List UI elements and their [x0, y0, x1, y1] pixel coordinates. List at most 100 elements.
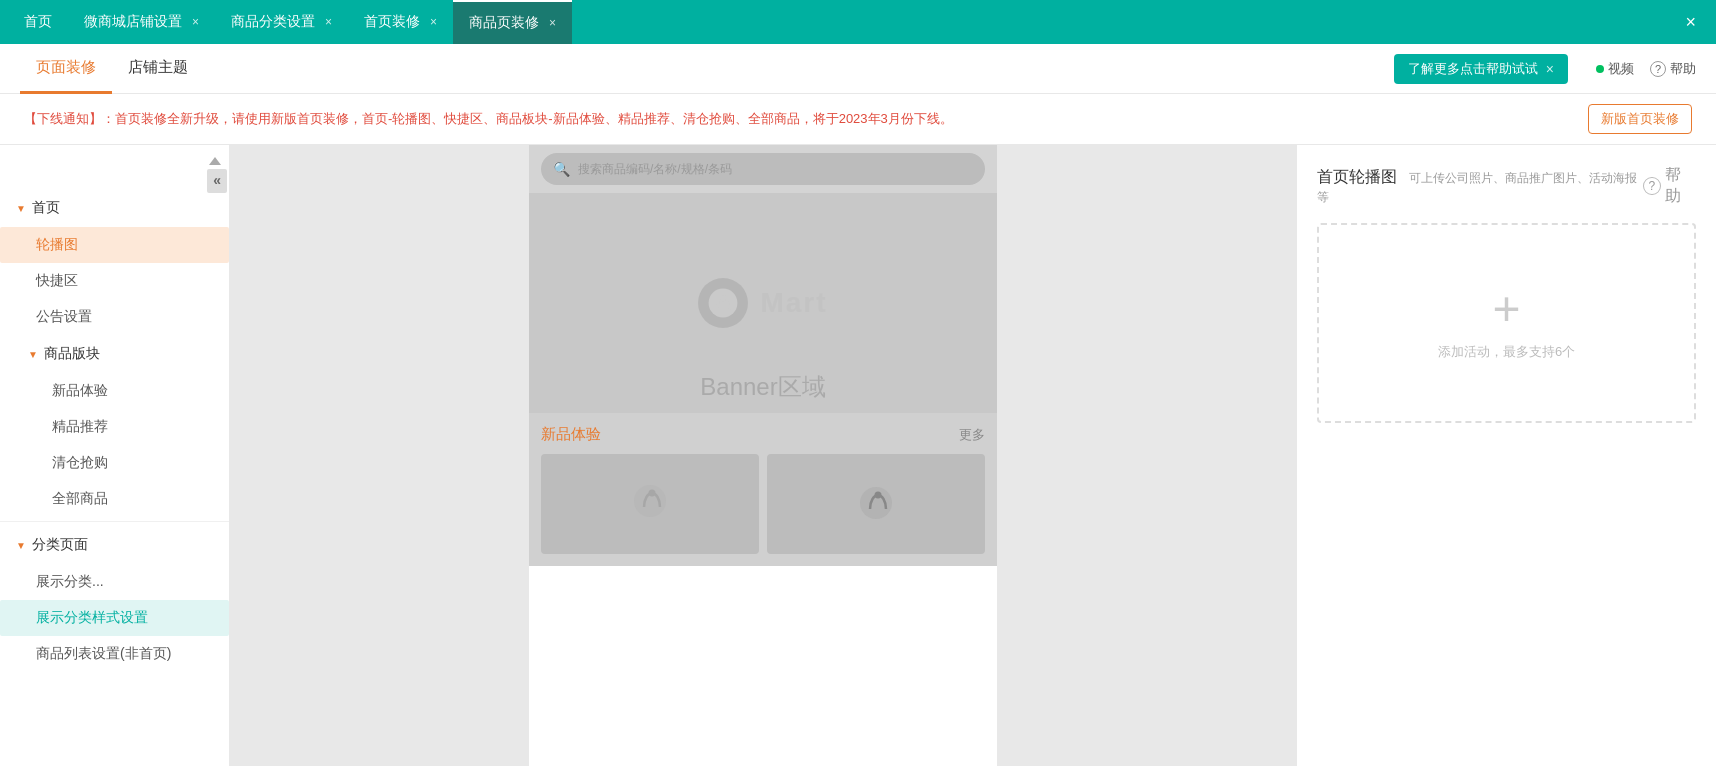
sidebar-home-label: 首页 [32, 199, 60, 217]
sidebar-show-categories-label: 展示分类... [36, 573, 104, 589]
sidebar-item-shortcuts[interactable]: 快捷区 [0, 263, 229, 299]
sub-tab-page-decoration-label: 页面装修 [36, 58, 96, 77]
sidebar-item-show-categories[interactable]: 展示分类... [0, 564, 229, 600]
product-section-title: 新品体验 [541, 425, 601, 444]
sidebar-item-new-experience[interactable]: 新品体验 [0, 373, 229, 409]
sidebar-product-block-label: 商品版块 [44, 345, 100, 363]
sidebar-item-clearance[interactable]: 清仓抢购 [0, 445, 229, 481]
right-actions: 视频 ? 帮助 [1596, 60, 1696, 78]
svg-point-3 [649, 489, 656, 496]
tab-product-decoration-close[interactable]: × [549, 16, 556, 30]
right-panel-header: 首页轮播图 可上传公司照片、商品推广图片、活动海报等 ? 帮助 [1317, 165, 1696, 207]
sidebar-category-style-label: 展示分类样式设置 [36, 609, 148, 625]
dot-green-icon [1596, 65, 1604, 73]
tab-product-decoration-label: 商品页装修 [469, 14, 539, 32]
right-panel-title-group: 首页轮播图 可上传公司照片、商品推广图片、活动海报等 [1317, 167, 1643, 206]
tab-home-decoration[interactable]: 首页装修 × [348, 0, 453, 44]
window-close-button[interactable]: × [1673, 12, 1708, 33]
new-version-button[interactable]: 新版首页装修 [1588, 104, 1692, 134]
phone-search-input[interactable]: 🔍 搜索商品编码/名称/规格/条码 [541, 153, 985, 185]
sidebar: « ▼ 首页 轮播图 快捷区 公告设置 ▼ 商品版块 新品体验 精品推荐 清仓抢… [0, 145, 230, 766]
sidebar-clearance-label: 清仓抢购 [52, 454, 108, 470]
plus-icon: + [1492, 285, 1520, 333]
tab-home-decoration-close[interactable]: × [430, 15, 437, 29]
video-label: 视频 [1608, 60, 1634, 78]
product-icon-2 [856, 483, 896, 526]
right-panel-title: 首页轮播图 [1317, 168, 1397, 185]
help-banner[interactable]: 了解更多点击帮助试试 × [1394, 54, 1568, 84]
sidebar-product-list-settings-label: 商品列表设置(非首页) [36, 645, 171, 661]
question-circle-icon: ? [1643, 177, 1661, 195]
help-banner-text: 了解更多点击帮助试试 [1408, 60, 1538, 78]
sidebar-subsection-product-block[interactable]: ▼ 商品版块 [0, 335, 229, 373]
product-grid [541, 454, 985, 554]
sidebar-item-carousel[interactable]: 轮播图 [0, 227, 229, 263]
svg-point-0 [709, 289, 738, 318]
product-section-header: 新品体验 更多 [541, 425, 985, 444]
sidebar-announcement-label: 公告设置 [36, 308, 92, 324]
tab-store-settings-label: 微商城店铺设置 [84, 13, 182, 31]
sidebar-all-products-label: 全部商品 [52, 490, 108, 506]
sidebar-shortcuts-label: 快捷区 [36, 272, 78, 288]
svg-point-4 [860, 487, 892, 519]
banner-area[interactable]: Mart Banner区域 [529, 193, 997, 413]
right-panel: 首页轮播图 可上传公司照片、商品推广图片、活动海报等 ? 帮助 + 添加活动，最… [1296, 145, 1716, 766]
product-section: 新品体验 更多 [529, 413, 997, 566]
sub-tab-page-decoration[interactable]: 页面装修 [20, 44, 112, 94]
sidebar-item-featured[interactable]: 精品推荐 [0, 409, 229, 445]
sidebar-scroll-up[interactable] [205, 153, 225, 169]
product-icon-1 [630, 481, 670, 528]
sidebar-collapse-button[interactable]: « [207, 169, 227, 193]
tab-category-settings-label: 商品分类设置 [231, 13, 315, 31]
right-help-label: 帮助 [1665, 165, 1696, 207]
tab-product-decoration[interactable]: 商品页装修 × [453, 0, 572, 44]
question-icon: ? [1650, 61, 1666, 77]
svg-point-5 [875, 491, 882, 498]
help-banner-close[interactable]: × [1546, 61, 1554, 77]
tab-home[interactable]: 首页 [8, 0, 68, 44]
add-banner-text: 添加活动，最多支持6个 [1438, 343, 1575, 361]
product-placeholder-1 [541, 454, 759, 554]
sidebar-section-home[interactable]: ▼ 首页 [0, 189, 229, 227]
banner-logo-icon [698, 278, 748, 328]
sidebar-item-announcement[interactable]: 公告设置 [0, 299, 229, 335]
tab-store-settings-close[interactable]: × [192, 15, 199, 29]
arrow-icon: ▼ [16, 203, 26, 214]
product-section-more: 更多 [959, 426, 985, 444]
preview-area: 🔍 搜索商品编码/名称/规格/条码 Mart [230, 145, 1296, 766]
banner-area-text: Banner区域 [700, 371, 825, 403]
sidebar-item-all-products[interactable]: 全部商品 [0, 481, 229, 517]
product-placeholder-2 [767, 454, 985, 554]
sub-tab-store-theme[interactable]: 店铺主题 [112, 44, 204, 94]
svg-point-2 [634, 485, 666, 517]
svg-point-1 [720, 295, 726, 301]
sidebar-item-product-list-settings[interactable]: 商品列表设置(非首页) [0, 636, 229, 672]
banner-logo: Mart [698, 278, 827, 328]
tab-home-decoration-label: 首页装修 [364, 13, 420, 31]
notice-bar: 【下线通知】：首页装修全新升级，请使用新版首页装修，首页-轮播图、快捷区、商品板… [0, 94, 1716, 145]
sidebar-category-label: 分类页面 [32, 536, 88, 554]
tab-category-settings-close[interactable]: × [325, 15, 332, 29]
search-icon: 🔍 [553, 161, 570, 177]
sidebar-new-experience-label: 新品体验 [52, 382, 108, 398]
sidebar-item-category-style[interactable]: 展示分类样式设置 [0, 600, 229, 636]
phone-preview: 🔍 搜索商品编码/名称/规格/条码 Mart [529, 145, 997, 766]
banner-logo-text: Mart [760, 287, 827, 319]
sidebar-carousel-label: 轮播图 [36, 236, 78, 252]
tab-category-settings[interactable]: 商品分类设置 × [215, 0, 348, 44]
tab-store-settings[interactable]: 微商城店铺设置 × [68, 0, 215, 44]
tab-home-label: 首页 [24, 13, 52, 31]
search-placeholder-text: 搜索商品编码/名称/规格/条码 [578, 161, 732, 178]
notice-text: 【下线通知】：首页装修全新升级，请使用新版首页装修，首页-轮播图、快捷区、商品板… [24, 110, 1572, 128]
sidebar-featured-label: 精品推荐 [52, 418, 108, 434]
arrow-icon-category: ▼ [16, 540, 26, 551]
help-link[interactable]: ? 帮助 [1650, 60, 1696, 78]
tab-bar: 首页 微商城店铺设置 × 商品分类设置 × 首页装修 × 商品页装修 × × [0, 0, 1716, 44]
phone-search-bar: 🔍 搜索商品编码/名称/规格/条码 [529, 145, 997, 193]
add-banner-button[interactable]: + 添加活动，最多支持6个 [1317, 223, 1696, 423]
right-panel-help[interactable]: ? 帮助 [1643, 165, 1696, 207]
sidebar-section-category[interactable]: ▼ 分类页面 [0, 526, 229, 564]
main-layout: « ▼ 首页 轮播图 快捷区 公告设置 ▼ 商品版块 新品体验 精品推荐 清仓抢… [0, 145, 1716, 766]
video-link[interactable]: 视频 [1596, 60, 1634, 78]
arrow-icon-product: ▼ [28, 349, 38, 360]
